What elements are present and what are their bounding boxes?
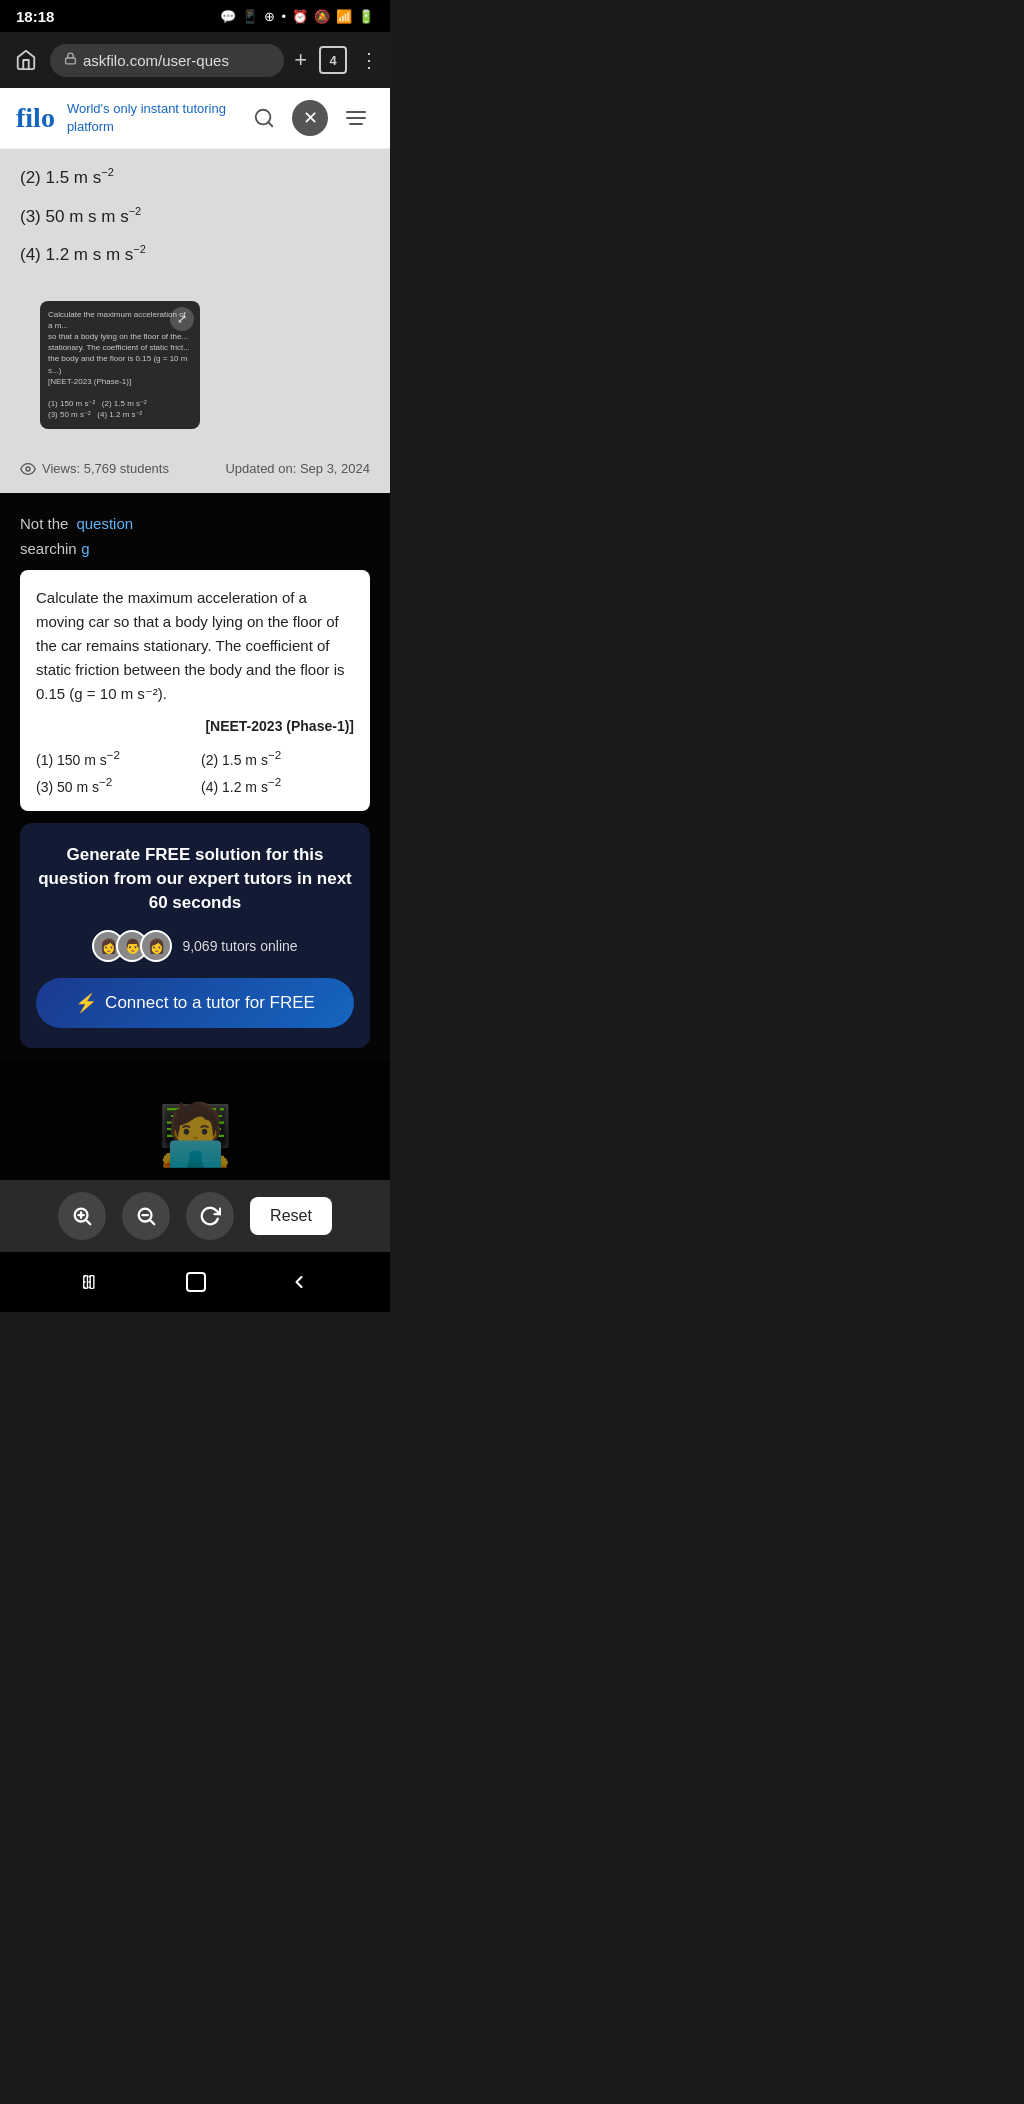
svg-line-2: [268, 122, 272, 126]
filo-logo-text: filo: [16, 102, 55, 134]
lock-icon: [64, 52, 77, 68]
back-nav-button[interactable]: [289, 1272, 309, 1292]
not-right-text-2: searchin g: [0, 538, 390, 566]
option-4: (4) 1.2 m s m s−2: [20, 242, 370, 266]
tutor-avatar-3: 👩: [140, 930, 172, 962]
svg-point-3: [26, 467, 30, 471]
wifi-icon: 📶: [336, 9, 352, 24]
not-right-row: Not the question: [0, 505, 390, 538]
whatsapp-icon: 📱: [242, 9, 258, 24]
status-bar: 18:18 💬 📱 ⊕ • ⏰ 🔕 📶 🔋: [0, 0, 390, 32]
question-thumbnail[interactable]: Calculate the maximum acceleration of a …: [40, 301, 200, 429]
popup-options: (1) 150 m s−2 (2) 1.5 m s−2 (3) 50 m s−2…: [36, 748, 354, 795]
browser-menu-button[interactable]: ⋮: [359, 48, 378, 72]
dot-icon: •: [281, 9, 286, 24]
zoom-out-button[interactable]: [122, 1192, 170, 1240]
status-icons: 💬 📱 ⊕ • ⏰ 🔕 📶 🔋: [220, 9, 374, 24]
question-options-area: (2) 1.5 m s−2 (3) 50 m s m s−2 (4) 1.2 m…: [0, 149, 390, 284]
status-time: 18:18: [16, 8, 54, 25]
cta-title: Generate FREE solution for this question…: [36, 843, 354, 914]
svg-rect-19: [187, 1273, 205, 1291]
hamburger-menu-button[interactable]: [338, 100, 374, 136]
cta-section: Generate FREE solution for this question…: [20, 823, 370, 1048]
battery-icon: 🔋: [358, 9, 374, 24]
thumbnail-area: Calculate the maximum acceleration of a …: [0, 285, 390, 451]
lightning-icon: ⚡: [75, 992, 97, 1014]
filo-header: filo World's only instant tutoring platf…: [0, 88, 390, 149]
svg-line-5: [86, 1221, 90, 1225]
menu-line-3: [349, 123, 363, 125]
option-3: (3) 50 m s m s−2: [20, 204, 370, 228]
plus-tab-button[interactable]: +: [294, 47, 307, 73]
bottom-content-area: 🧑‍💻: [0, 1060, 390, 1180]
svg-rect-18: [90, 1276, 94, 1289]
filo-logo[interactable]: filo: [16, 102, 55, 134]
tutor-avatars: 👩 👨 👩: [92, 930, 172, 962]
popup-question-text: Calculate the maximum acceleration of a …: [36, 586, 354, 706]
question-link[interactable]: g: [81, 540, 89, 557]
thumbnail-text: Calculate the maximum acceleration of a …: [48, 309, 192, 421]
svg-rect-0: [66, 58, 76, 64]
header-icons: ✕: [246, 100, 374, 136]
option-2: (2) 1.5 m s−2: [20, 165, 370, 189]
popup-option-3: (3) 50 m s−2: [36, 775, 189, 795]
home-button[interactable]: [12, 46, 40, 74]
menu-line-2: [346, 117, 366, 119]
android-nav-bar: [0, 1252, 390, 1312]
page-content: (2) 1.5 m s−2 (3) 50 m s m s−2 (4) 1.2 m…: [0, 149, 390, 1180]
url-text: askfilo.com/user-ques: [83, 52, 229, 69]
popup-source: [NEET-2023 (Phase-1)]: [36, 718, 354, 734]
zoom-controls: Reset: [0, 1180, 390, 1252]
url-bar[interactable]: askfilo.com/user-ques: [50, 44, 284, 77]
tutors-row: 👩 👨 👩 9,069 tutors online: [36, 930, 354, 962]
connect-tutor-button[interactable]: ⚡ Connect to a tutor for FREE: [36, 978, 354, 1028]
alarm-icon: ⏰: [292, 9, 308, 24]
recent-apps-button[interactable]: [81, 1271, 103, 1293]
tutors-count: 9,069 tutors online: [182, 938, 297, 954]
tab-count-button[interactable]: 4: [319, 46, 347, 74]
person-illustration: 🧑‍💻: [158, 1099, 233, 1170]
mute-icon: 🔕: [314, 9, 330, 24]
browser-bar: askfilo.com/user-ques + 4 ⋮: [0, 32, 390, 88]
popup-option-1: (1) 150 m s−2: [36, 748, 189, 768]
popup-option-2: (2) 1.5 m s−2: [201, 748, 354, 768]
chat-icon: 💬: [220, 9, 236, 24]
filo-tagline: World's only instant tutoring platform: [67, 100, 246, 136]
question-popup-card: Calculate the maximum acceleration of a …: [20, 570, 370, 811]
connect-btn-label: Connect to a tutor for FREE: [105, 993, 315, 1013]
browser-actions: + 4 ⋮: [294, 46, 378, 74]
menu-line-1: [346, 111, 366, 113]
zoom-in-button[interactable]: [58, 1192, 106, 1240]
updated-date: Updated on: Sep 3, 2024: [225, 461, 370, 476]
close-button[interactable]: ✕: [292, 100, 328, 136]
searching-link[interactable]: question: [76, 515, 133, 532]
rotate-button[interactable]: [186, 1192, 234, 1240]
svg-line-9: [150, 1221, 154, 1225]
account-icon: ⊕: [264, 9, 275, 24]
views-count: Views: 5,769 students: [20, 461, 169, 477]
search-button[interactable]: [246, 100, 282, 136]
overlay-area: Not the question searchin g Calculate th…: [0, 493, 390, 1181]
home-nav-button[interactable]: [184, 1270, 208, 1294]
reset-button[interactable]: Reset: [250, 1197, 332, 1235]
popup-option-4: (4) 1.2 m s−2: [201, 775, 354, 795]
expand-icon[interactable]: ⤢: [170, 307, 194, 331]
stats-row: Views: 5,769 students Updated on: Sep 3,…: [0, 451, 390, 493]
